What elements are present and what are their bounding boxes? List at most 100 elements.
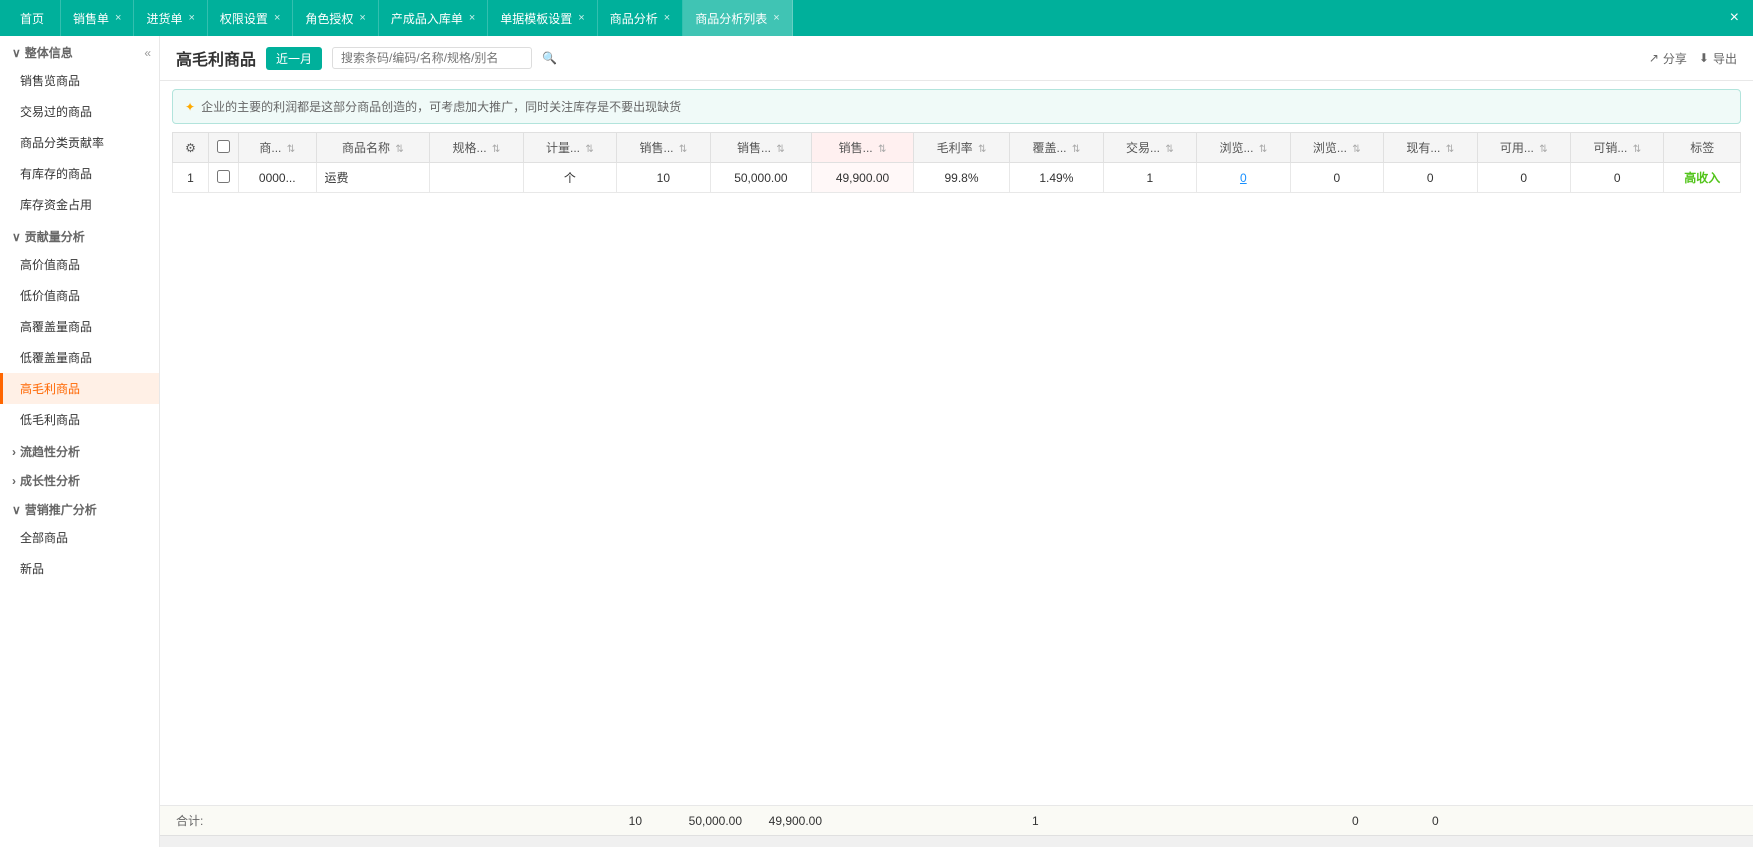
nav-tab-role-permission[interactable]: 角色授权 × <box>293 0 378 36</box>
cell-sales-qty: 10 <box>617 163 710 193</box>
sidebar: « ∨ 整体信息 销售览商品 交易过的商品 商品分类贡献率 有库存的商品 库存资… <box>0 36 160 847</box>
col-browse2[interactable]: 浏览... ⇅ <box>1290 133 1383 163</box>
col-unit[interactable]: 计量... ⇅ <box>523 133 616 163</box>
col-sales-cost[interactable]: 销售... ⇅ <box>812 133 914 163</box>
sidebar-item-traded-goods[interactable]: 交易过的商品 <box>0 96 159 127</box>
col-saleable[interactable]: 可销... ⇅ <box>1570 133 1663 163</box>
sort-icon-sales-cost: ⇅ <box>878 144 886 155</box>
col-available[interactable]: 可用... ⇅ <box>1477 133 1570 163</box>
sort-icon-code: ⇅ <box>287 144 295 155</box>
cell-name: 运费 <box>316 163 430 193</box>
footer-sales-amount: 50,000.00 <box>675 814 755 828</box>
select-all-checkbox[interactable] <box>217 140 230 153</box>
nav-tab-product-analysis-list[interactable]: 商品分析列表 × <box>683 0 792 36</box>
export-button[interactable]: ⬇ 导出 <box>1699 50 1737 67</box>
nav-tab-product-analysis-list-close[interactable]: × <box>773 12 779 24</box>
nav-tab-product-analysis-close[interactable]: × <box>664 12 670 24</box>
col-current-stock[interactable]: 现有... ⇅ <box>1384 133 1477 163</box>
cell-transaction: 1 <box>1103 163 1196 193</box>
sort-icon-saleable: ⇅ <box>1633 144 1641 155</box>
sidebar-item-low-value[interactable]: 低价值商品 <box>0 280 159 311</box>
nav-tab-order-template-close[interactable]: × <box>578 12 584 24</box>
nav-tab-home-label: 首页 <box>20 10 44 27</box>
sort-icon-browse1: ⇅ <box>1259 144 1267 155</box>
col-margin-rate[interactable]: 毛利率 ⇅ <box>913 133 1009 163</box>
sort-icon-available: ⇅ <box>1539 144 1547 155</box>
sidebar-item-in-stock-goods[interactable]: 有库存的商品 <box>0 158 159 189</box>
col-checkbox[interactable] <box>209 133 239 163</box>
sidebar-group-marketing[interactable]: ∨ 营销推广分析 <box>0 493 159 522</box>
nav-tab-purchase-order-close[interactable]: × <box>188 12 194 24</box>
sidebar-group-overall[interactable]: ∨ 整体信息 <box>0 36 159 65</box>
sidebar-group-trend[interactable]: › 流趋性分析 <box>0 435 159 464</box>
nav-tab-permission-settings-close[interactable]: × <box>274 12 280 24</box>
sidebar-group-growth-arrow: › <box>12 474 16 488</box>
col-sales-amount[interactable]: 销售... ⇅ <box>710 133 812 163</box>
col-settings[interactable]: ⚙ <box>173 133 209 163</box>
col-name[interactable]: 商品名称 ⇅ <box>316 133 430 163</box>
horizontal-scrollbar[interactable] <box>160 835 1753 847</box>
sidebar-group-growth[interactable]: › 成长性分析 <box>0 464 159 493</box>
nav-tab-sales-order-label: 销售单 <box>73 10 109 27</box>
nav-tab-permission-settings-label: 权限设置 <box>220 10 268 27</box>
col-browse1[interactable]: 浏览... ⇅ <box>1197 133 1290 163</box>
col-tag[interactable]: 标签 <box>1664 133 1741 163</box>
nav-tab-order-template[interactable]: 单据模板设置 × <box>488 0 597 36</box>
header-actions: ↗ 分享 ⬇ 导出 <box>1649 50 1737 67</box>
sidebar-item-sales-goods[interactable]: 销售览商品 <box>0 65 159 96</box>
nav-tab-home[interactable]: 首页 <box>4 0 61 36</box>
sort-icon-name: ⇅ <box>395 144 403 155</box>
col-sales-qty[interactable]: 销售... ⇅ <box>617 133 710 163</box>
sidebar-item-high-margin[interactable]: 高毛利商品 <box>0 373 159 404</box>
sidebar-item-stock-capital[interactable]: 库存资金占用 <box>0 189 159 220</box>
cell-checkbox[interactable] <box>209 163 239 193</box>
table-wrapper: ⚙ 商... ⇅ 商品名称 ⇅ <box>160 132 1753 805</box>
sidebar-item-high-value[interactable]: 高价值商品 <box>0 249 159 280</box>
share-icon: ↗ <box>1649 51 1659 65</box>
nav-tab-product-import-label: 产成品入库单 <box>391 10 463 27</box>
sidebar-item-low-margin[interactable]: 低毛利商品 <box>0 404 159 435</box>
nav-tab-permission-settings[interactable]: 权限设置 × <box>208 0 293 36</box>
col-spec[interactable]: 规格... ⇅ <box>430 133 523 163</box>
sidebar-item-goods-contribution[interactable]: 商品分类贡献率 <box>0 127 159 158</box>
nav-tab-role-permission-close[interactable]: × <box>359 12 365 24</box>
sort-icon-sales-amount: ⇅ <box>776 144 784 155</box>
cell-saleable: 0 <box>1570 163 1663 193</box>
row-checkbox[interactable] <box>217 170 230 183</box>
main-container: « ∨ 整体信息 销售览商品 交易过的商品 商品分类贡献率 有库存的商品 库存资… <box>0 36 1753 847</box>
export-icon: ⬇ <box>1699 51 1709 65</box>
cell-sales-cost: 49,900.00 <box>812 163 914 193</box>
sidebar-item-high-freq[interactable]: 高覆盖量商品 <box>0 311 159 342</box>
col-transaction[interactable]: 交易... ⇅ <box>1103 133 1196 163</box>
top-nav: 首页 销售单 × 进货单 × 权限设置 × 角色授权 × 产成品入库单 × 单据… <box>0 0 1753 36</box>
col-code[interactable]: 商... ⇅ <box>239 133 317 163</box>
sidebar-group-overall-arrow: ∨ <box>12 46 21 60</box>
share-button[interactable]: ↗ 分享 <box>1649 50 1687 67</box>
sidebar-item-all-goods[interactable]: 全部商品 <box>0 522 159 553</box>
nav-tab-product-import-close[interactable]: × <box>469 12 475 24</box>
sidebar-item-low-freq[interactable]: 低覆盖量商品 <box>0 342 159 373</box>
sidebar-group-marketing-arrow: ∨ <box>12 503 21 517</box>
cell-current-stock: 0 <box>1384 163 1477 193</box>
nav-tab-product-import[interactable]: 产成品入库单 × <box>379 0 488 36</box>
footer-available: 0 <box>1315 814 1395 828</box>
sidebar-group-wealth[interactable]: ∨ 贡献量分析 <box>0 220 159 249</box>
search-input[interactable] <box>332 47 532 69</box>
filter-recent-month-button[interactable]: 近一月 <box>266 47 322 70</box>
nav-tab-sales-order[interactable]: 销售单 × <box>61 0 134 36</box>
search-icon[interactable]: 🔍 <box>542 51 557 65</box>
sidebar-collapse-button[interactable]: « <box>144 44 151 60</box>
nav-tab-purchase-order[interactable]: 进货单 × <box>134 0 207 36</box>
nav-tab-purchase-order-label: 进货单 <box>146 10 182 27</box>
window-close-button[interactable]: × <box>1720 9 1749 27</box>
content-header: 高毛利商品 近一月 🔍 ↗ 分享 ⬇ 导出 <box>160 36 1753 81</box>
nav-tab-sales-order-close[interactable]: × <box>115 12 121 24</box>
col-coverage[interactable]: 覆盖... ⇅ <box>1010 133 1103 163</box>
table-header-row: ⚙ 商... ⇅ 商品名称 ⇅ <box>173 133 1741 163</box>
sort-icon-spec: ⇅ <box>492 144 500 155</box>
cell-browse1[interactable]: 0 <box>1197 163 1290 193</box>
nav-tab-product-analysis[interactable]: 商品分析 × <box>598 0 683 36</box>
cell-browse2: 0 <box>1290 163 1383 193</box>
sidebar-group-wealth-arrow: ∨ <box>12 230 21 244</box>
sidebar-item-new-goods[interactable]: 新品 <box>0 553 159 584</box>
